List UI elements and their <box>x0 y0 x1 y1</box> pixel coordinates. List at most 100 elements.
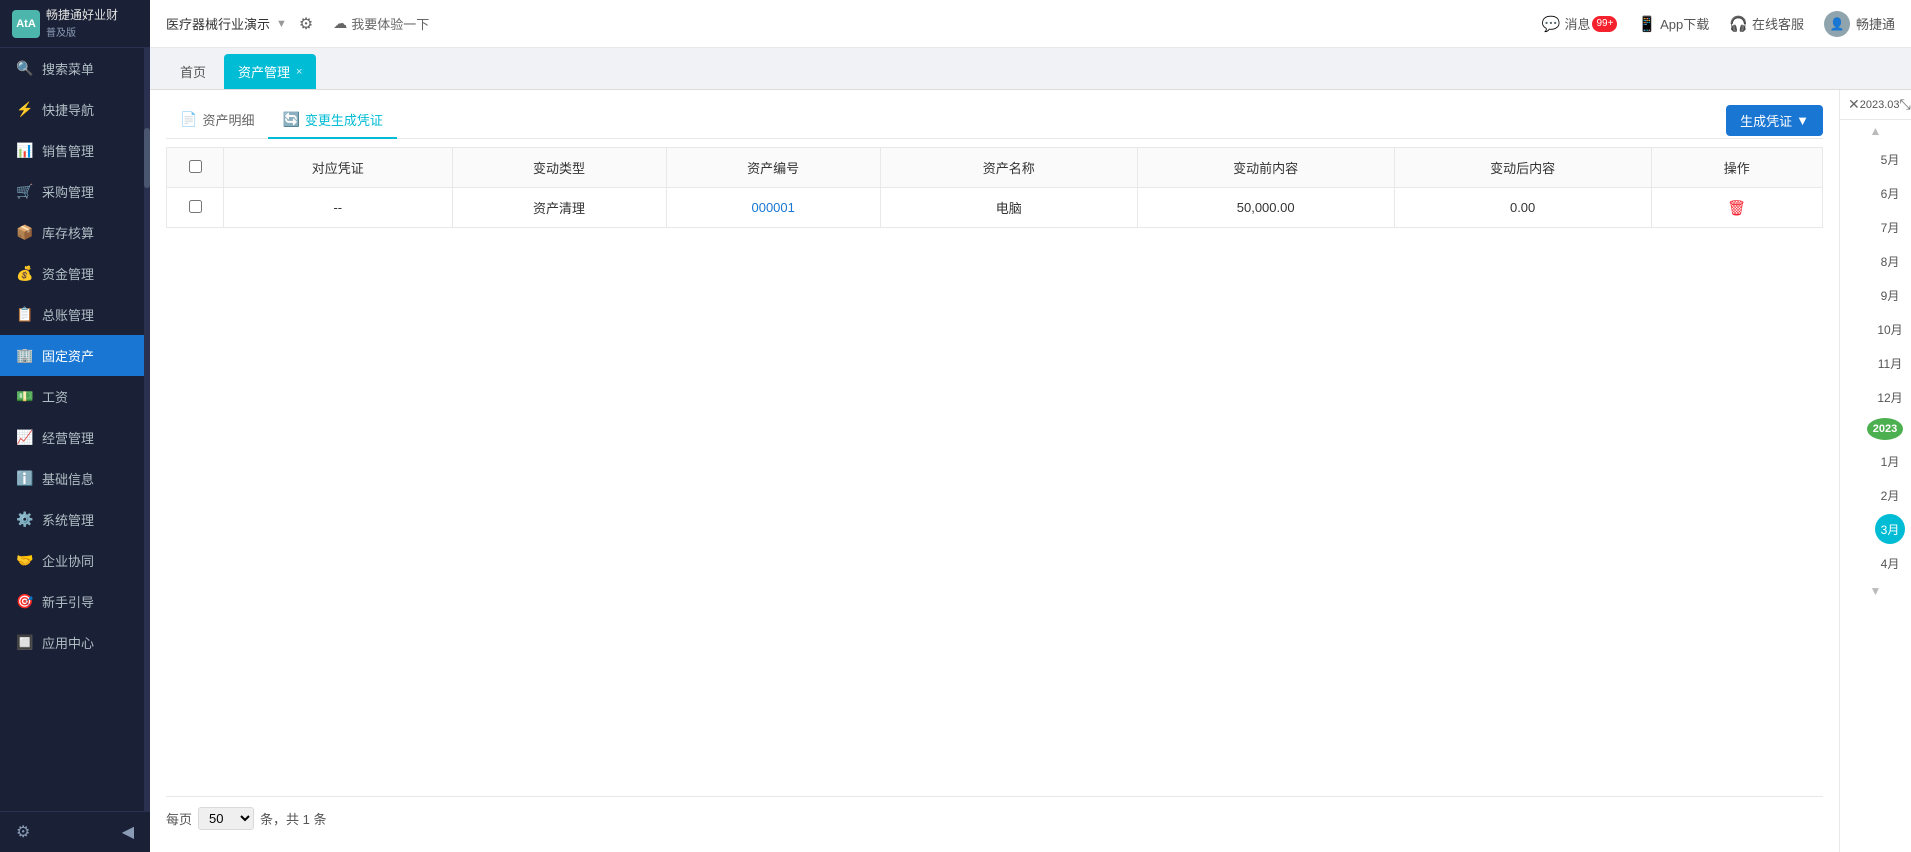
collapse-icon[interactable]: ◀ <box>122 822 134 842</box>
sidebar-item-fixed-assets[interactable]: 🏢 固定资产 <box>0 335 144 376</box>
sidebar-item-search[interactable]: 🔍 搜索菜单 <box>0 48 144 89</box>
payroll-icon: 💵 <box>16 388 34 406</box>
sidebar-item-label: 快捷导航 <box>42 100 94 119</box>
month-1-circle[interactable]: 1月 <box>1875 446 1905 476</box>
sidebar-item-payroll[interactable]: 💵 工资 <box>0 376 144 417</box>
sidebar-item-label: 总账管理 <box>42 305 94 324</box>
row-checkbox[interactable] <box>189 200 202 213</box>
user-menu[interactable]: 👤 畅捷通 <box>1824 11 1895 37</box>
quicknav-icon: ⚡ <box>16 101 34 119</box>
right-panel-close-icon[interactable]: ✕ <box>1848 96 1860 113</box>
month-6-circle[interactable]: 6月 <box>1875 178 1905 208</box>
funds-icon: 💰 <box>16 265 34 283</box>
month-4[interactable]: 4月 <box>1840 546 1911 580</box>
sidebar-item-sales[interactable]: 📊 销售管理 <box>0 130 144 171</box>
sidebar-item-label: 采购管理 <box>42 182 94 201</box>
month-6[interactable]: 6月 <box>1840 176 1911 210</box>
sidebar-item-label: 资金管理 <box>42 264 94 283</box>
month-10-circle[interactable]: 10月 <box>1875 314 1905 344</box>
month-12[interactable]: 12月 <box>1840 380 1911 414</box>
pagination: 每页 20 50 100 条，共 1 条 <box>166 796 1823 840</box>
sidebar-scrollbar[interactable] <box>144 48 150 811</box>
tab-asset-management[interactable]: 资产管理 × <box>224 54 316 89</box>
month-11[interactable]: 11月 <box>1840 346 1911 380</box>
row-asset-code: 000001 <box>666 188 880 228</box>
subtab-change-voucher[interactable]: 🔄 变更生成凭证 <box>268 102 396 139</box>
table-row: -- 资产清理 000001 电脑 50,000.00 0.00 🗑 <box>167 188 1823 228</box>
generate-dropdown-arrow: ▼ <box>1796 113 1809 128</box>
online-service-button[interactable]: 🎧 在线客服 <box>1729 14 1804 33</box>
tab-home[interactable]: 首页 <box>166 54 220 89</box>
sidebar-item-guide[interactable]: 🎯 新手引导 <box>0 581 144 622</box>
month-9[interactable]: 9月 <box>1840 278 1911 312</box>
per-page-select[interactable]: 20 50 100 <box>198 807 254 830</box>
month-5[interactable]: 5月 <box>1840 142 1911 176</box>
sidebar-item-app-center[interactable]: 🔲 应用中心 <box>0 622 144 663</box>
generate-voucher-button[interactable]: 生成凭证 ▼ <box>1726 105 1823 136</box>
total-text: 条，共 1 条 <box>260 809 326 828</box>
sidebar-item-basic-info[interactable]: ℹ️ 基础信息 <box>0 458 144 499</box>
sidebar-item-label: 企业协同 <box>42 551 94 570</box>
fixed-assets-icon: 🏢 <box>16 347 34 365</box>
ledger-icon: 📋 <box>16 306 34 324</box>
month-3-active[interactable]: 3月 <box>1840 512 1911 546</box>
company-settings-icon[interactable]: ⚙ <box>299 14 313 34</box>
month-8-circle[interactable]: 8月 <box>1875 246 1905 276</box>
month-9-circle[interactable]: 9月 <box>1875 280 1905 310</box>
sidebar-item-purchase[interactable]: 🛒 采购管理 <box>0 171 144 212</box>
experience-button[interactable]: ☁ 我要体验一下 <box>333 14 429 33</box>
month-2-circle[interactable]: 2月 <box>1875 480 1905 510</box>
sidebar-item-label: 工资 <box>42 387 68 406</box>
company-selector[interactable]: 医疗器械行业演示 ▼ <box>166 14 287 33</box>
header-voucher: 对应凭证 <box>224 148 452 188</box>
experience-label: 我要体验一下 <box>351 14 429 33</box>
month-4-circle[interactable]: 4月 <box>1875 548 1905 578</box>
tab-active-label: 资产管理 <box>238 62 290 81</box>
scroll-down-arrow[interactable]: ▼ <box>1840 580 1911 602</box>
sidebar-item-system[interactable]: ⚙️ 系统管理 <box>0 499 144 540</box>
sidebar-item-funds[interactable]: 💰 资金管理 <box>0 253 144 294</box>
month-2[interactable]: 2月 <box>1840 478 1911 512</box>
sidebar-item-quicknav[interactable]: ⚡ 快捷导航 <box>0 89 144 130</box>
right-panel-year-label: 2023.03 <box>1860 99 1900 111</box>
main-content: 医疗器械行业演示 ▼ ⚙ ☁ 我要体验一下 💬 消息 99+ 📱 App下载 🎧… <box>150 0 1911 852</box>
messages-button[interactable]: 💬 消息 99+ <box>1542 14 1618 33</box>
select-all-checkbox[interactable] <box>189 160 202 173</box>
settings-icon[interactable]: ⚙ <box>16 822 30 842</box>
sidebar-item-inventory[interactable]: 📦 库存核算 <box>0 212 144 253</box>
month-5-circle[interactable]: 5月 <box>1875 144 1905 174</box>
month-1[interactable]: 1月 <box>1840 444 1911 478</box>
sidebar-item-label: 新手引导 <box>42 592 94 611</box>
sidebar-item-enterprise[interactable]: 🤝 企业协同 <box>0 540 144 581</box>
month-7[interactable]: 7月 <box>1840 210 1911 244</box>
tabbar: 首页 资产管理 × <box>150 48 1911 90</box>
system-icon: ⚙️ <box>16 511 34 529</box>
header-before-content: 变动前内容 <box>1137 148 1394 188</box>
sidebar-scrollbar-thumb <box>144 128 150 188</box>
operations-icon: 📈 <box>16 429 34 447</box>
month-7-circle[interactable]: 7月 <box>1875 212 1905 242</box>
experience-icon: ☁ <box>333 15 347 32</box>
search-icon: 🔍 <box>16 60 34 78</box>
page-content: 📄 资产明细 🔄 变更生成凭证 生成凭证 ▼ <box>150 90 1911 852</box>
sidebar-item-ledger[interactable]: 📋 总账管理 <box>0 294 144 335</box>
year-2023-badge[interactable]: 2023 <box>1867 418 1903 440</box>
delete-button[interactable]: 🗑 <box>1727 200 1746 217</box>
month-11-circle[interactable]: 11月 <box>1875 348 1905 378</box>
sidebar-item-label: 系统管理 <box>42 510 94 529</box>
app-download-button[interactable]: 📱 App下载 <box>1637 14 1709 33</box>
month-8[interactable]: 8月 <box>1840 244 1911 278</box>
tab-close-icon[interactable]: × <box>296 66 302 78</box>
sidebar-logo: AtA 畅捷通好业财 普及版 <box>0 0 150 48</box>
scroll-up-arrow[interactable]: ▲ <box>1840 120 1911 142</box>
month-12-circle[interactable]: 12月 <box>1875 382 1905 412</box>
sidebar-item-operations[interactable]: 📈 经营管理 <box>0 417 144 458</box>
month-10[interactable]: 10月 <box>1840 312 1911 346</box>
online-service-label: 在线客服 <box>1752 14 1804 33</box>
subtab-asset-detail[interactable]: 📄 资产明细 <box>166 102 268 139</box>
month-3-circle[interactable]: 3月 <box>1875 514 1905 544</box>
right-panel-expand-icon[interactable]: ⤡ <box>1900 96 1911 113</box>
header-operation: 操作 <box>1651 148 1822 188</box>
logo-icon: AtA <box>12 10 40 38</box>
subtab-change-voucher-label: 变更生成凭证 <box>305 110 383 129</box>
